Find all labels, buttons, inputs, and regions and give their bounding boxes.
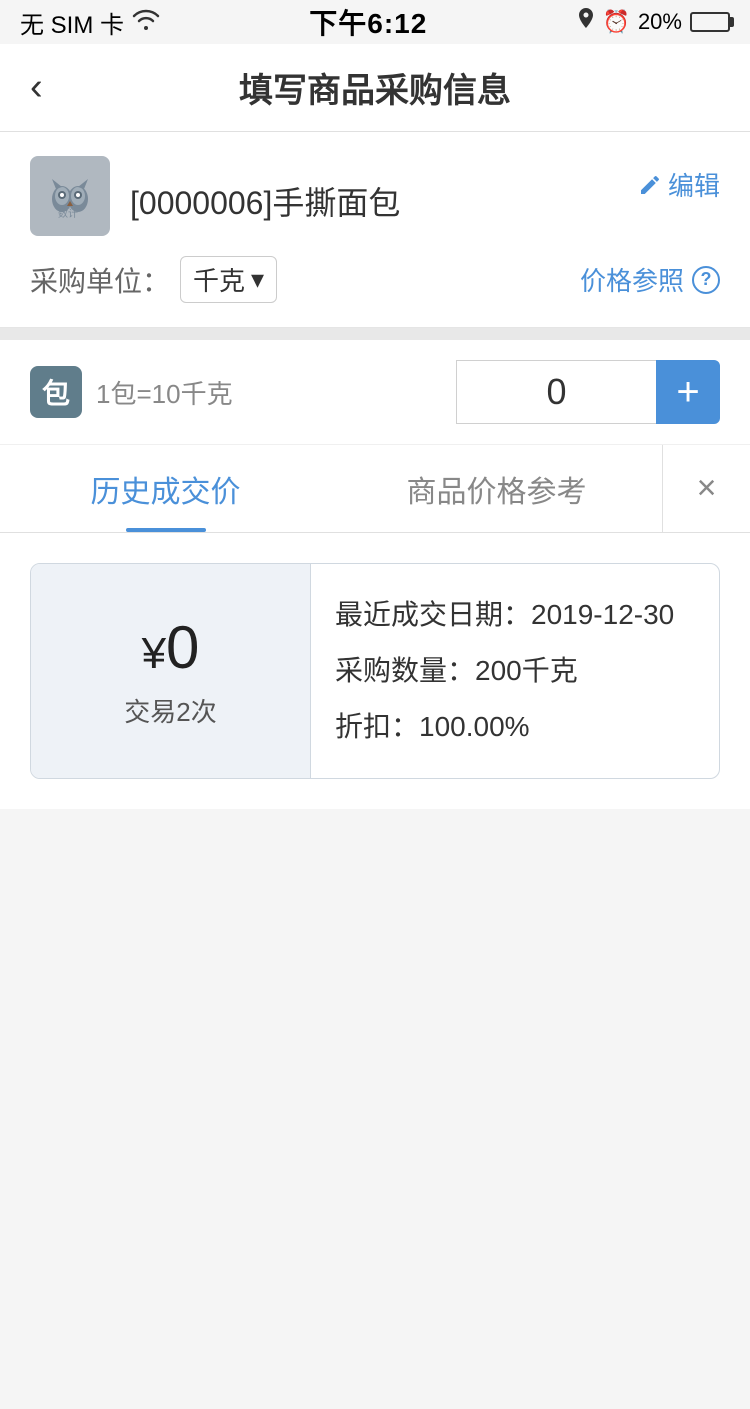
bottom-panel: 历史成交价 商品价格参考 × ¥0 交易2次 最近成交日期：2019-12-30… — [0, 445, 750, 809]
price-value: 0 — [166, 614, 199, 681]
product-card: 数计 [0000006]手撕面包 编辑 采购单位： 千克 ▾ 价格参照 ? — [0, 132, 750, 328]
wifi-icon — [132, 8, 160, 37]
unit-conversion: 1包=10千克 — [96, 374, 233, 411]
product-header: 数计 [0000006]手撕面包 编辑 — [30, 156, 720, 236]
tab-active-indicator — [126, 528, 206, 532]
unit-value: 千克 — [193, 261, 245, 298]
product-unit-row: 采购单位： 千克 ▾ 价格参照 ? — [30, 256, 720, 303]
close-button[interactable]: × — [662, 445, 750, 532]
battery-pct: 20% — [638, 9, 682, 35]
discount-value: 100.00% — [419, 711, 530, 742]
discount-label: 折扣： — [335, 711, 419, 742]
price-right-panel: 最近成交日期：2019-12-30 采购数量：200千克 折扣：100.00% — [311, 564, 719, 778]
status-right: ⏰ 20% — [577, 8, 730, 36]
tab-reference-price[interactable]: 商品价格参考 — [331, 445, 662, 532]
unit-select-dropdown[interactable]: 千克 ▾ — [180, 256, 277, 303]
quantity-plus-button[interactable]: + — [656, 360, 720, 424]
price-content: ¥0 交易2次 最近成交日期：2019-12-30 采购数量：200千克 折扣：… — [0, 533, 750, 809]
recent-date-value: 2019-12-30 — [531, 599, 674, 630]
product-name: [0000006]手撕面包 — [130, 168, 400, 224]
back-button[interactable]: ‹ — [30, 66, 43, 109]
alarm-icon: ⏰ — [603, 9, 630, 35]
trade-count: 交易2次 — [124, 692, 216, 729]
price-amount: ¥0 — [142, 613, 200, 682]
product-left: 数计 [0000006]手撕面包 — [30, 156, 400, 236]
recent-date-label: 最近成交日期： — [335, 599, 531, 630]
nav-bar: ‹ 填写商品采购信息 — [0, 44, 750, 132]
section-divider — [0, 328, 750, 340]
price-left-panel: ¥0 交易2次 — [31, 564, 311, 778]
product-image: 数计 — [30, 156, 110, 236]
edit-label: 编辑 — [668, 166, 720, 203]
unit-label: 采购单位： 千克 ▾ — [30, 256, 277, 303]
status-bar: 无 SIM 卡 下午6:12 ⏰ 20% — [0, 0, 750, 44]
quantity-input-area: 0 + — [456, 360, 720, 424]
time-display: 下午6:12 — [309, 2, 427, 42]
battery-icon — [690, 12, 730, 32]
svg-text:数计: 数计 — [58, 207, 78, 220]
status-left: 无 SIM 卡 — [20, 5, 160, 40]
price-reference-button[interactable]: 价格参照 ? — [580, 261, 720, 298]
quantity-unit-info: 包 1包=10千克 — [30, 366, 233, 418]
edit-button[interactable]: 编辑 — [638, 156, 720, 203]
unit-badge: 包 — [30, 366, 82, 418]
quantity-input[interactable]: 0 — [456, 360, 656, 424]
currency-symbol: ¥ — [142, 629, 166, 678]
price-card: ¥0 交易2次 最近成交日期：2019-12-30 采购数量：200千克 折扣：… — [30, 563, 720, 779]
discount-row: 折扣：100.00% — [335, 706, 695, 748]
purchase-qty-row: 采购数量：200千克 — [335, 650, 695, 692]
main-content — [0, 809, 750, 1409]
location-icon — [577, 8, 595, 36]
carrier-text: 无 SIM 卡 — [20, 5, 124, 40]
tab-bar: 历史成交价 商品价格参考 × — [0, 445, 750, 533]
tab-history-price[interactable]: 历史成交价 — [0, 445, 331, 532]
price-ref-label: 价格参照 — [580, 261, 684, 298]
quantity-row: 包 1包=10千克 0 + — [0, 340, 750, 445]
help-icon: ? — [692, 266, 720, 294]
dropdown-arrow: ▾ — [251, 264, 264, 295]
qty-value: 200千克 — [475, 655, 578, 686]
page-title: 填写商品采购信息 — [239, 63, 511, 112]
qty-label: 采购数量： — [335, 655, 475, 686]
recent-date-row: 最近成交日期：2019-12-30 — [335, 594, 695, 636]
